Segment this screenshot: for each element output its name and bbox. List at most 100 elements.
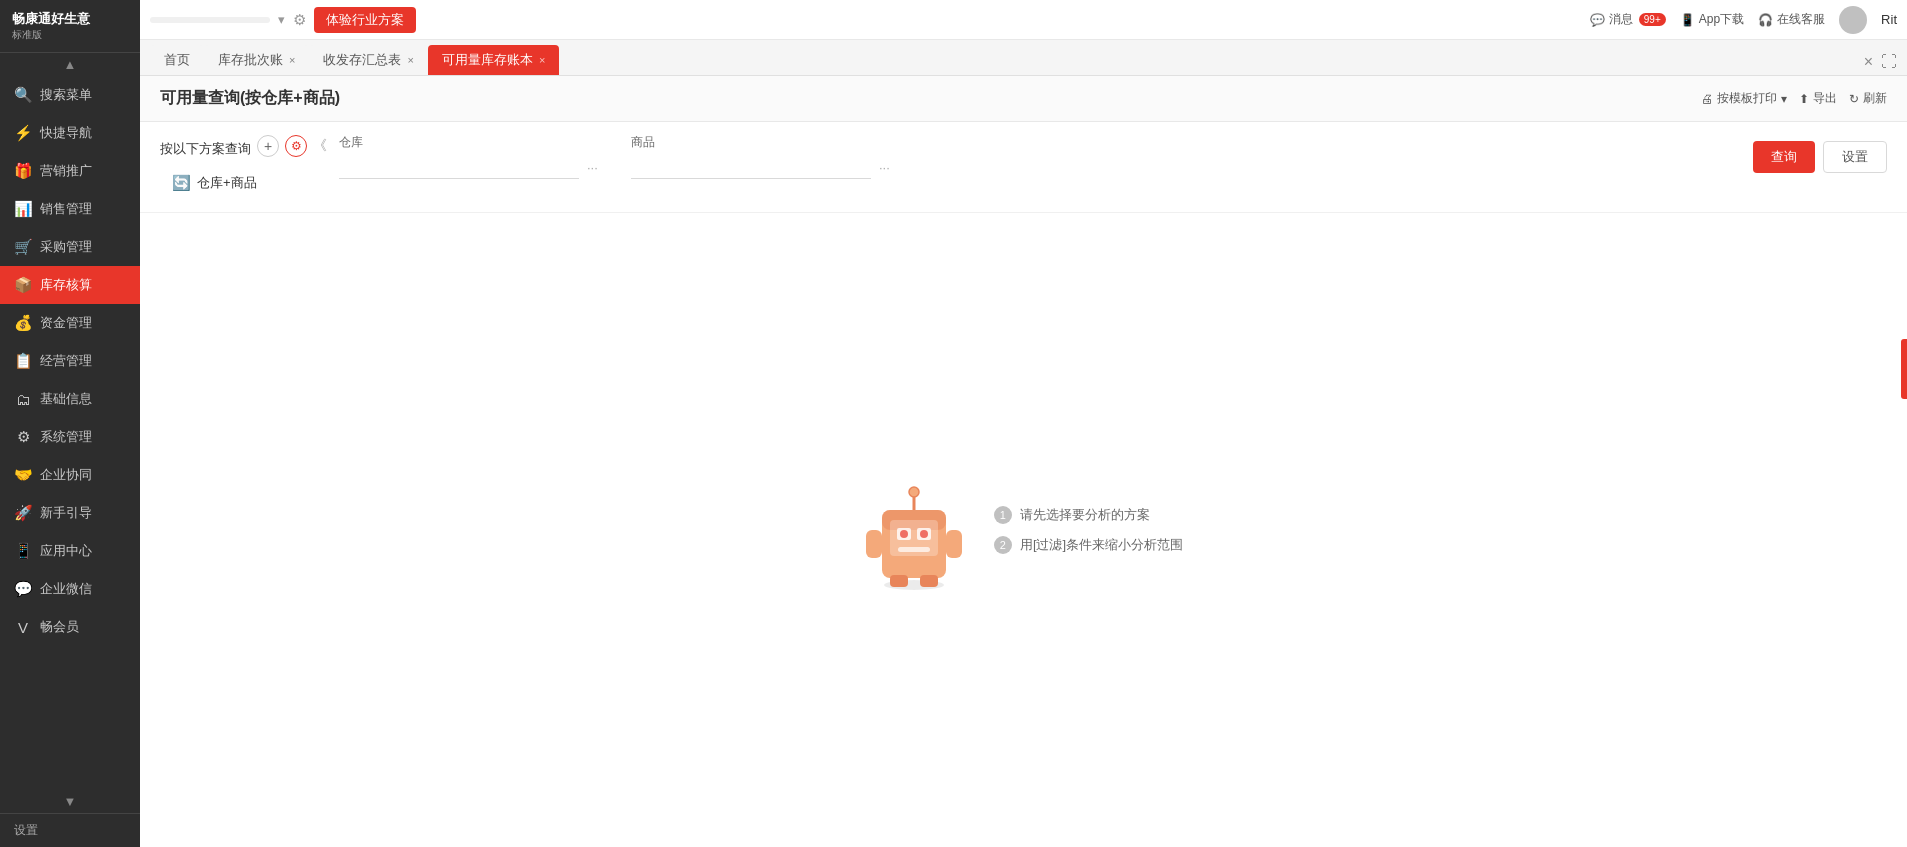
tab-batch-ledger-close[interactable]: × <box>289 54 295 66</box>
filter-scheme-settings-button[interactable]: ⚙ <box>285 135 307 157</box>
svg-rect-13 <box>890 575 908 587</box>
industry-solution-button[interactable]: 体验行业方案 <box>314 7 416 33</box>
sidebar-item-operations[interactable]: 📋经营管理 <box>0 342 140 380</box>
tab-stock-summary-close[interactable]: × <box>407 54 413 66</box>
appstore-icon: 📱 <box>14 542 32 560</box>
empty-state-step2: 2 用[过滤]条件来缩小分析范围 <box>994 536 1183 554</box>
svg-rect-11 <box>866 530 882 558</box>
app-download-label: App下载 <box>1699 11 1744 28</box>
tab-available-ledger[interactable]: 可用量库存账本 × <box>428 45 559 75</box>
notification-label: 消息 <box>1609 11 1633 28</box>
product-dots-button[interactable]: ··· <box>879 160 890 175</box>
step1-number: 1 <box>1000 509 1006 521</box>
step2-number: 2 <box>1000 539 1006 551</box>
online-service-label: 在线客服 <box>1777 11 1825 28</box>
tabs-bar: 首页 库存批次账 × 收发存汇总表 × 可用量库存账本 × × ⛶ <box>140 40 1907 76</box>
page-header-actions: 🖨 按模板打印 ▾ ⬆ 导出 ↻ 刷新 <box>1701 90 1887 107</box>
member-icon: V <box>14 619 32 636</box>
sidebar-settings[interactable]: 设置 <box>0 813 140 847</box>
scheme-item-icon: 🔄 <box>172 174 191 192</box>
sidebar-item-finance[interactable]: 💰资金管理 <box>0 304 140 342</box>
online-service-item[interactable]: 🎧 在线客服 <box>1758 11 1825 28</box>
system-icon: ⚙ <box>14 428 32 446</box>
svg-rect-8 <box>898 547 930 552</box>
sidebar-item-label-purchase: 采购管理 <box>40 238 92 256</box>
sidebar-item-sales[interactable]: 📊销售管理 <box>0 190 140 228</box>
notification-item[interactable]: 💬 消息 99+ <box>1590 11 1666 28</box>
sidebar-item-enterprise[interactable]: 🤝企业协同 <box>0 456 140 494</box>
tabs-actions: × ⛶ <box>1864 53 1907 75</box>
scheme-list: 🔄 仓库+商品 <box>160 166 327 200</box>
filter-collapse-icon[interactable]: 《 <box>313 137 327 155</box>
template-print-button[interactable]: 🖨 按模板打印 ▾ <box>1701 90 1787 107</box>
sidebar-item-label-system: 系统管理 <box>40 428 92 446</box>
query-button[interactable]: 查询 <box>1753 141 1815 173</box>
right-scroll-indicator[interactable] <box>1901 339 1907 399</box>
tab-home[interactable]: 首页 <box>150 45 204 75</box>
sidebar-item-label-search: 搜索菜单 <box>40 86 92 104</box>
sidebar-item-marketing[interactable]: 🎁营销推广 <box>0 152 140 190</box>
template-print-label: 按模板打印 <box>1717 90 1777 107</box>
warehouse-field-label: 仓库 <box>339 134 619 151</box>
tab-batch-ledger-label: 库存批次账 <box>218 51 283 69</box>
tab-expand-button[interactable]: ⛶ <box>1881 53 1897 71</box>
tab-available-ledger-close[interactable]: × <box>539 54 545 66</box>
tab-close-all-button[interactable]: × <box>1864 53 1873 71</box>
app-download-item[interactable]: 📱 App下载 <box>1680 11 1744 28</box>
shortcut-icon: ⚡ <box>14 124 32 142</box>
topbar-search-box <box>150 17 270 23</box>
export-button[interactable]: ⬆ 导出 <box>1799 90 1837 107</box>
sidebar-item-newbie[interactable]: 🚀新手引导 <box>0 494 140 532</box>
product-input-row: ··· <box>631 155 911 179</box>
refresh-label: 刷新 <box>1863 90 1887 107</box>
enterprise-icon: 🤝 <box>14 466 32 484</box>
tab-stock-summary[interactable]: 收发存汇总表 × <box>309 45 427 75</box>
user-avatar[interactable] <box>1839 6 1867 34</box>
warehouse-input-row: ··· <box>339 155 619 179</box>
product-input[interactable] <box>631 155 871 179</box>
sidebar-item-basic[interactable]: 🗂基础信息 <box>0 380 140 418</box>
sidebar-item-appstore[interactable]: 📱应用中心 <box>0 532 140 570</box>
sidebar-item-label-finance: 资金管理 <box>40 314 92 332</box>
refresh-icon: ↻ <box>1849 92 1859 106</box>
warehouse-filter-field: 仓库 ··· <box>339 134 619 179</box>
printer-icon: 🖨 <box>1701 92 1713 106</box>
sidebar-item-label-newbie: 新手引导 <box>40 504 92 522</box>
sidebar-item-inventory[interactable]: 📦库存核算 <box>0 266 140 304</box>
operations-icon: 📋 <box>14 352 32 370</box>
filter-scheme-label: 按以下方案查询 <box>160 134 251 158</box>
notification-badge: 99+ <box>1639 13 1666 26</box>
notification-icon: 💬 <box>1590 13 1605 27</box>
sidebar-item-label-inventory: 库存核算 <box>40 276 92 294</box>
refresh-button[interactable]: ↻ 刷新 <box>1849 90 1887 107</box>
page-title: 可用量查询(按仓库+商品) <box>160 88 340 109</box>
warehouse-dots-button[interactable]: ··· <box>587 160 598 175</box>
settings-button[interactable]: 设置 <box>1823 141 1887 173</box>
sidebar-item-label-shortcut: 快捷导航 <box>40 124 92 142</box>
tab-batch-ledger[interactable]: 库存批次账 × <box>204 45 309 75</box>
marketing-icon: 🎁 <box>14 162 32 180</box>
topbar-dropdown-arrow[interactable]: ▾ <box>278 12 285 27</box>
sidebar-item-shortcut[interactable]: ⚡ 快捷导航 <box>0 114 140 152</box>
topbar: ▾ ⚙ 体验行业方案 💬 消息 99+ 📱 App下载 🎧 在线客服 Rit <box>140 0 1907 40</box>
sidebar-item-wxwork[interactable]: 💬企业微信 <box>0 570 140 608</box>
sidebar-item-label-sales: 销售管理 <box>40 200 92 218</box>
sidebar-item-member[interactable]: V 畅会员 <box>0 608 140 646</box>
sidebar: 畅康通好生意 标准版 ▲ 🔍搜索菜单⚡快捷导航🎁营销推广📊销售管理🛒采购管理📦库… <box>0 0 140 847</box>
filter-add-scheme-button[interactable]: + <box>257 135 279 157</box>
main-area: ▾ ⚙ 体验行业方案 💬 消息 99+ 📱 App下载 🎧 在线客服 Rit 首… <box>140 0 1907 847</box>
sidebar-item-purchase[interactable]: 🛒采购管理 <box>0 228 140 266</box>
topbar-gear-icon[interactable]: ⚙ <box>293 11 306 29</box>
empty-state-step1: 1 请先选择要分析的方案 <box>994 506 1183 524</box>
sidebar-item-label-wxwork: 企业微信 <box>40 580 92 598</box>
sidebar-item-system[interactable]: ⚙ 系统管理 <box>0 418 140 456</box>
sidebar-item-search[interactable]: 🔍搜索菜单 <box>0 76 140 114</box>
sidebar-scroll-up[interactable]: ▲ <box>0 53 140 76</box>
scheme-item-warehouse-product[interactable]: 🔄 仓库+商品 <box>160 166 327 200</box>
sidebar-scroll-down[interactable]: ▼ <box>0 790 140 813</box>
svg-rect-14 <box>920 575 938 587</box>
sidebar-item-label-member: 畅会员 <box>40 618 79 636</box>
sidebar-logo-title: 畅康通好生意 <box>12 10 128 28</box>
topbar-right-section: 💬 消息 99+ 📱 App下载 🎧 在线客服 Rit <box>1590 6 1897 34</box>
warehouse-input[interactable] <box>339 155 579 179</box>
